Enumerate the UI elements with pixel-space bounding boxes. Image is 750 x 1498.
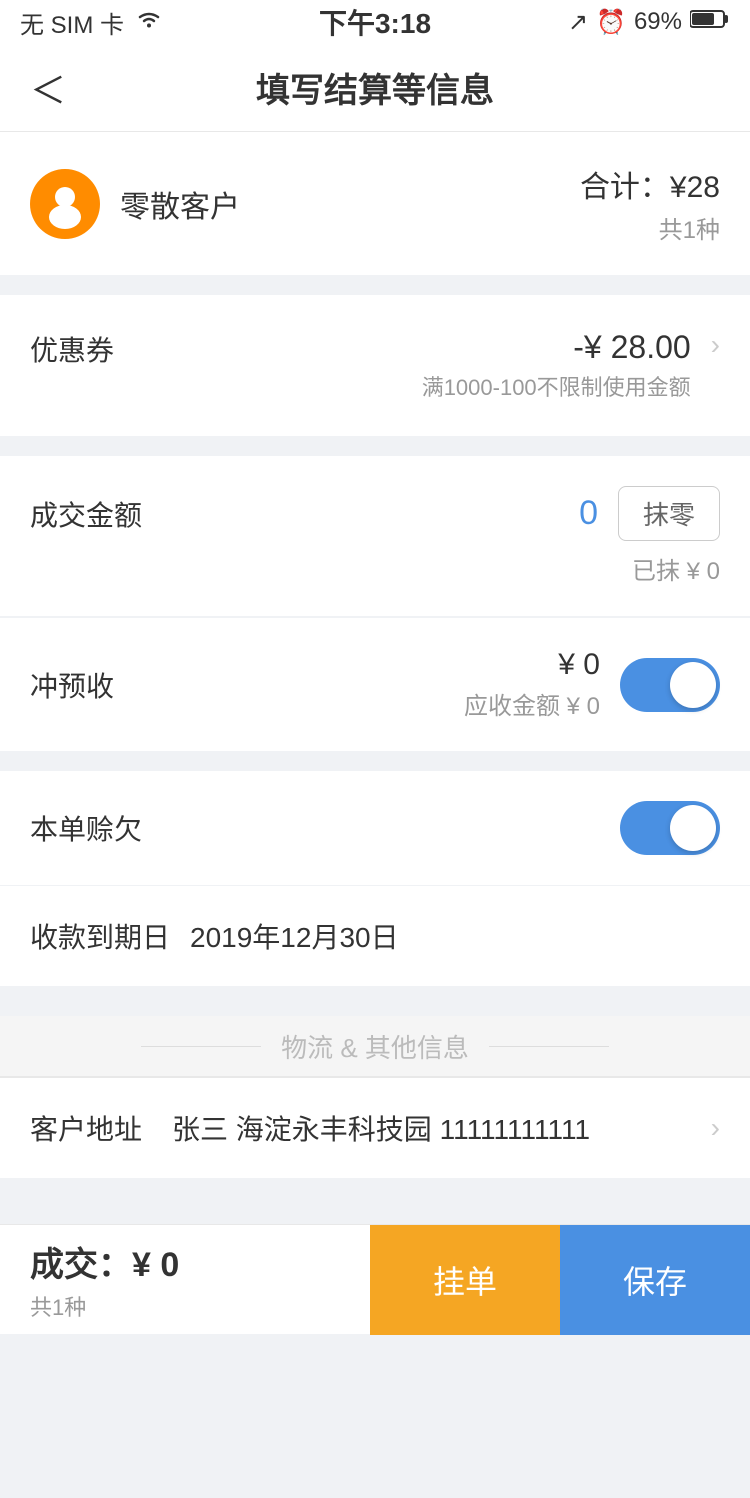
coupon-label: 优惠券 <box>30 329 114 369</box>
debt-toggle-knob <box>670 805 716 851</box>
bottom-deal-label: 成交： <box>30 1246 132 1284</box>
debt-label: 本单赊欠 <box>30 808 142 848</box>
logistics-line-right <box>489 1046 609 1047</box>
toggle-knob <box>670 662 716 708</box>
status-left: 无 SIM 卡 <box>20 5 164 40</box>
advance-value-group: ¥ 0 应收金额 ¥ 0 <box>464 648 600 721</box>
address-section[interactable]: 客户地址 张三 海淀永丰科技园 11111111111 › <box>0 1078 750 1178</box>
logistics-divider: 物流 & 其他信息 <box>0 1016 750 1076</box>
hang-order-button[interactable]: 挂单 <box>370 1225 560 1335</box>
deal-row-top: 成交金额 0 抹零 <box>30 486 720 541</box>
divider-3 <box>0 751 750 771</box>
deal-amount-value[interactable]: 0 <box>579 494 598 533</box>
avatar <box>30 169 100 239</box>
deal-amount-right: 0 抹零 <box>579 486 720 541</box>
alarm-icon: ⏰ <box>596 8 626 37</box>
location-icon: ↗ <box>568 8 588 37</box>
back-button[interactable]: ＜ <box>30 62 66 114</box>
address-label: 客户地址 <box>30 1108 142 1148</box>
advance-amount: ¥ 0 <box>464 648 600 682</box>
logistics-label: 物流 & 其他信息 <box>281 1028 469 1065</box>
due-date-value[interactable]: 2019年12月30日 <box>190 916 399 956</box>
deal-amount-label: 成交金额 <box>30 494 142 534</box>
customer-name: 零散客户 <box>120 182 240 226</box>
due-date-content: 收款到期日 2019年12月30日 <box>30 916 720 956</box>
status-bar: 无 SIM 卡 下午3:18 ↗ ⏰ 69% <box>0 0 750 44</box>
bottom-info: 成交：¥ 0 共1种 <box>0 1237 370 1322</box>
debt-toggle[interactable] <box>620 801 720 855</box>
customer-right: 合计：¥28 共1种 <box>580 162 720 245</box>
due-date-section: 收款到期日 2019年12月30日 <box>0 886 750 986</box>
bottom-deal-row: 成交：¥ 0 <box>30 1237 340 1286</box>
advance-toggle[interactable] <box>620 658 720 712</box>
due-date-label: 收款到期日 <box>30 916 170 956</box>
total-amount: 合计：¥28 <box>580 162 720 206</box>
page-title: 填写结算等信息 <box>256 63 494 112</box>
bottom-bar: 成交：¥ 0 共1种 挂单 保存 <box>0 1224 750 1334</box>
nav-bar: ＜ 填写结算等信息 <box>0 44 750 132</box>
coupon-row[interactable]: 优惠券 -¥ 28.00 满1000-100不限制使用金额 › <box>0 295 750 436</box>
coupon-discount: -¥ 28.00 <box>422 329 691 366</box>
logistics-line-left <box>141 1046 261 1047</box>
bottom-count: 共1种 <box>30 1290 340 1322</box>
customer-section: 零散客户 合计：¥28 共1种 <box>0 132 750 275</box>
deal-amount-section: 成交金额 0 抹零 已抹 ¥ 0 <box>0 456 750 617</box>
divider-1 <box>0 275 750 295</box>
divider-2 <box>0 436 750 456</box>
save-button[interactable]: 保存 <box>560 1225 750 1335</box>
save-label: 保存 <box>623 1257 687 1303</box>
divider-4 <box>0 986 750 1016</box>
advance-desc: 应收金额 ¥ 0 <box>464 686 600 721</box>
wifi-icon <box>134 8 164 36</box>
advance-top: 冲预收 ¥ 0 应收金额 ¥ 0 <box>30 648 720 721</box>
coupon-chevron-icon: › <box>711 329 720 361</box>
bottom-deal-amount: ¥ 0 <box>132 1246 179 1284</box>
battery-label: 69% <box>634 8 682 36</box>
battery-icon <box>690 8 730 36</box>
hang-order-label: 挂单 <box>433 1257 497 1303</box>
carrier-label: 无 SIM 卡 <box>20 5 124 40</box>
address-chevron-icon: › <box>711 1112 720 1144</box>
coupon-right: -¥ 28.00 满1000-100不限制使用金额 <box>422 329 691 402</box>
customer-left: 零散客户 <box>30 169 240 239</box>
coupon-section: 优惠券 -¥ 28.00 满1000-100不限制使用金额 › <box>0 295 750 436</box>
status-right: ↗ ⏰ 69% <box>568 8 730 37</box>
logistics-text: 物流 & 其他信息 <box>141 1028 609 1065</box>
status-time: 下午3:18 <box>319 2 431 42</box>
address-value: 张三 海淀永丰科技园 11111111111 <box>172 1108 701 1148</box>
coupon-desc: 满1000-100不限制使用金额 <box>422 370 691 402</box>
advance-label: 冲预收 <box>30 665 114 705</box>
round-zero-button[interactable]: 抹零 <box>618 486 720 541</box>
advance-section: 冲预收 ¥ 0 应收金额 ¥ 0 <box>0 617 750 751</box>
deal-amount-bottom: 已抹 ¥ 0 <box>30 551 720 586</box>
total-count: 共1种 <box>580 210 720 245</box>
debt-section: 本单赊欠 <box>0 771 750 886</box>
